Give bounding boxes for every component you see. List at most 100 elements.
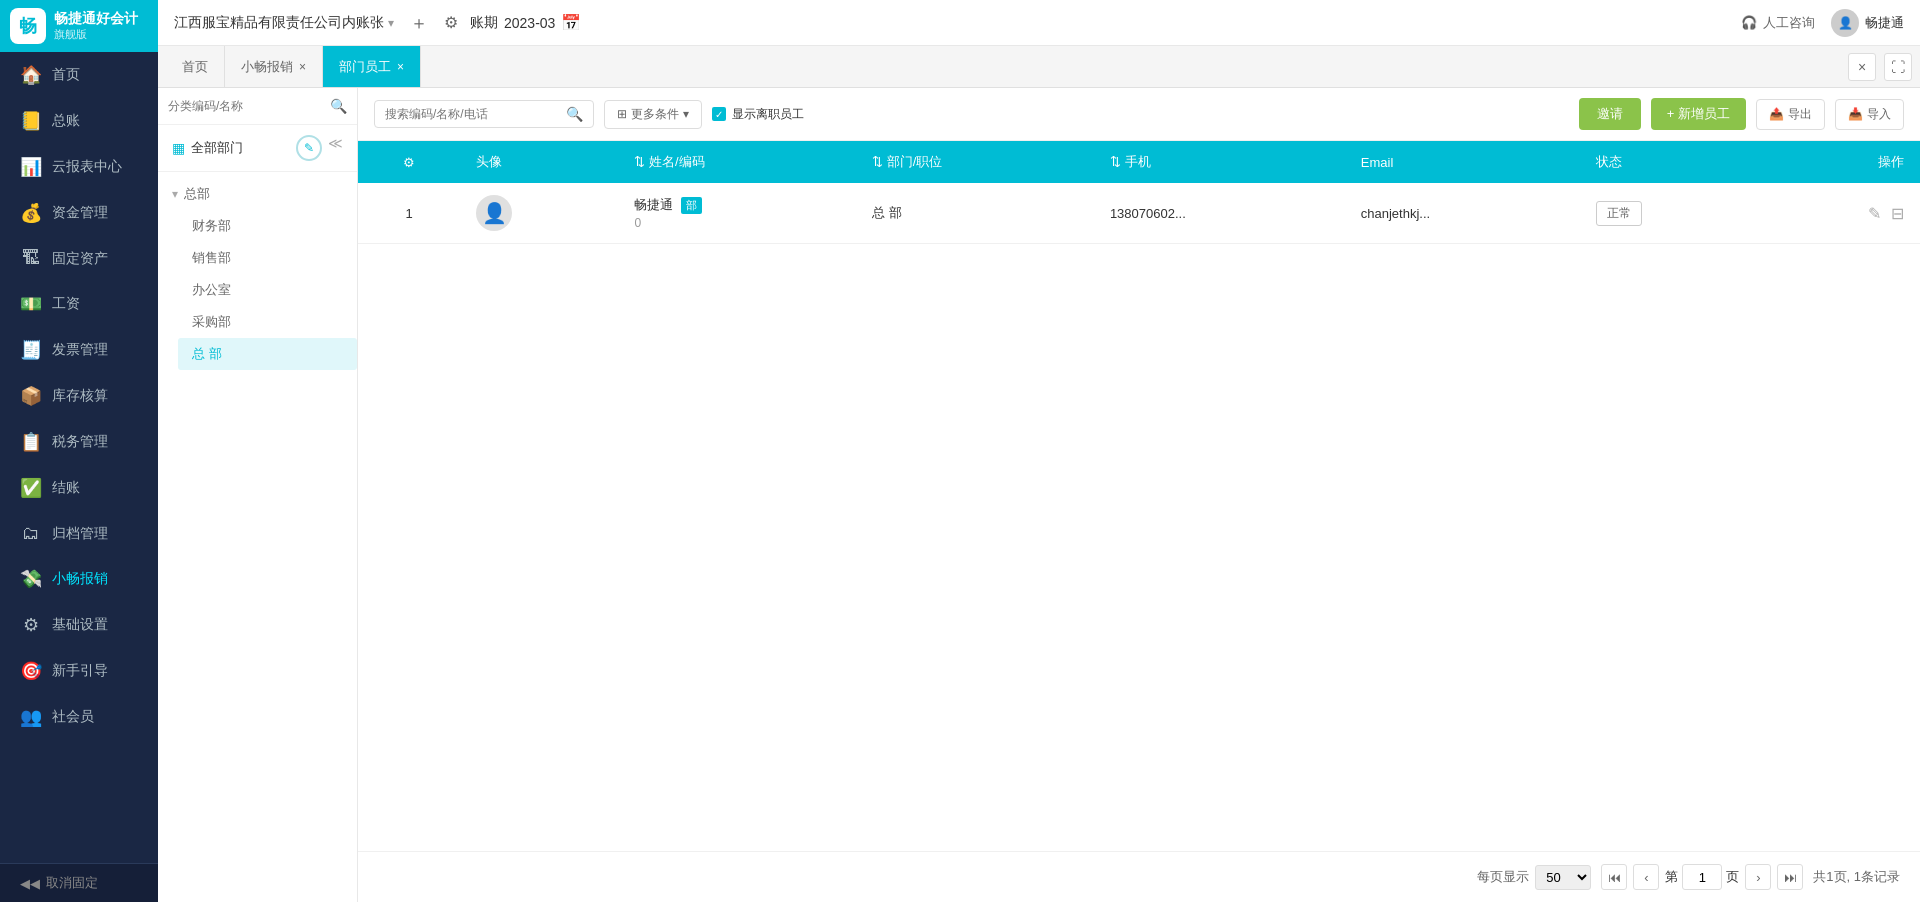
employee-area: 🔍 ⊞ 更多条件 ▾ ✓ 显示离职员工 邀请 + 新增员工 📤 (358, 88, 1920, 902)
row-name-code: 畅捷通 部 0 (618, 183, 856, 244)
col-dept-pos[interactable]: ⇅ 部门/职位 (856, 141, 1094, 183)
sidebar-item-members[interactable]: 👥 社会员 (0, 694, 158, 740)
dept-child-finance[interactable]: 财务部 (178, 210, 357, 242)
show-resigned-toggle[interactable]: ✓ 显示离职员工 (712, 106, 804, 123)
export-label: 导出 (1788, 106, 1812, 123)
home-icon: 🏠 (20, 64, 42, 86)
tab-close-all-button[interactable]: × (1848, 53, 1876, 81)
sidebar-item-guide[interactable]: 🎯 新手引导 (0, 648, 158, 694)
tab-home[interactable]: 首页 (166, 46, 225, 87)
cancel-fix-label: 取消固定 (46, 874, 98, 892)
employee-search-icon[interactable]: 🔍 (566, 106, 583, 122)
col-name-code[interactable]: ⇅ 姓名/编码 (618, 141, 856, 183)
col-phone[interactable]: ⇅ 手机 (1094, 141, 1345, 183)
col-status: 状态 (1580, 141, 1761, 183)
sidebar-item-tax[interactable]: 📋 税务管理 (0, 419, 158, 465)
tab-close-dept-emp[interactable]: × (397, 60, 404, 74)
import-button[interactable]: 📥 导入 (1835, 99, 1904, 130)
tab-dept-emp[interactable]: 部门员工 × (323, 46, 421, 87)
dept-search-input[interactable] (168, 99, 324, 113)
tab-expense[interactable]: 小畅报销 × (225, 46, 323, 87)
tab-fullscreen-button[interactable]: ⛶ (1884, 53, 1912, 81)
sidebar-item-label: 基础设置 (52, 616, 108, 634)
dept-search-icon[interactable]: 🔍 (330, 98, 347, 114)
members-icon: 👥 (20, 706, 42, 728)
row-status: 正常 (1580, 183, 1761, 244)
col-email: Email (1345, 141, 1581, 183)
avatar: 👤 (1831, 9, 1859, 37)
col-settings[interactable]: ⚙ (358, 141, 460, 183)
user-menu[interactable]: 👤 畅捷通 (1831, 9, 1904, 37)
first-page-button[interactable]: ⏮ (1601, 864, 1627, 890)
sidebar-item-label: 税务管理 (52, 433, 108, 451)
add-tab-button[interactable]: ＋ (406, 11, 432, 35)
sidebar-item-reports[interactable]: 📊 云报表中心 (0, 144, 158, 190)
col-avatar: 头像 (460, 141, 618, 183)
sidebar-item-settings[interactable]: ⚙ 基础设置 (0, 602, 158, 648)
export-button[interactable]: 📤 导出 (1756, 99, 1825, 130)
page-size-select[interactable]: 50 10 20 100 (1535, 865, 1591, 890)
dept-child-general[interactable]: 总 部 (178, 338, 357, 370)
expense-icon: 💸 (20, 568, 42, 590)
row-avatar: 👤 (460, 183, 618, 244)
tab-home-label: 首页 (182, 58, 208, 76)
page-unit: 页 (1726, 868, 1739, 886)
settings-icon: ⚙ (20, 614, 42, 636)
sidebar-item-label: 结账 (52, 479, 80, 497)
dept-child-purchase[interactable]: 采购部 (178, 306, 357, 338)
filter-more-button[interactable]: ⊞ 更多条件 ▾ (604, 100, 702, 129)
archive-icon: 🗂 (20, 523, 42, 544)
sidebar-item-inventory[interactable]: 📦 库存核算 (0, 373, 158, 419)
dept-edit-button[interactable]: ✎ (296, 135, 322, 161)
dept-collapse-button[interactable]: ≪ (328, 135, 343, 161)
delete-icon[interactable]: ⊟ (1891, 204, 1904, 223)
employee-name: 畅捷通 (634, 196, 673, 214)
inventory-icon: 📦 (20, 385, 42, 407)
page-input[interactable] (1682, 864, 1722, 890)
sidebar-item-label: 云报表中心 (52, 158, 122, 176)
sidebar-item-assets[interactable]: 🏗 固定资产 (0, 236, 158, 281)
sidebar-item-ledger[interactable]: 📒 总账 (0, 98, 158, 144)
edit-icon[interactable]: ✎ (1868, 204, 1881, 223)
employee-phone: 138070602... (1110, 206, 1186, 221)
sidebar-item-close[interactable]: ✅ 结账 (0, 465, 158, 511)
dept-child-sales[interactable]: 销售部 (178, 242, 357, 274)
sidebar-item-salary[interactable]: 💵 工资 (0, 281, 158, 327)
main-area: 江西服宝精品有限责任公司内账张 ▾ ＋ ⚙ 账期 2023-03 📅 🎧 人工咨… (158, 0, 1920, 902)
next-page-button[interactable]: › (1745, 864, 1771, 890)
dept-child-office[interactable]: 办公室 (178, 274, 357, 306)
invite-button[interactable]: 邀请 (1579, 98, 1641, 130)
add-employee-button[interactable]: + 新增员工 (1651, 98, 1746, 130)
sidebar: 畅 畅捷通好会计 旗舰版 🏠 首页 📒 总账 📊 云报表中心 💰 资金管理 🏗 … (0, 0, 158, 902)
assets-icon: 🏗 (20, 248, 42, 269)
employee-search-input[interactable] (385, 107, 560, 121)
settings-gear-icon[interactable]: ⚙ (444, 13, 458, 32)
sidebar-item-label: 总账 (52, 112, 80, 130)
calendar-icon[interactable]: 📅 (561, 13, 581, 32)
total-records: 共1页, 1条记录 (1813, 868, 1900, 886)
support-button[interactable]: 🎧 人工咨询 (1741, 14, 1815, 32)
sidebar-item-archive[interactable]: 🗂 归档管理 (0, 511, 158, 556)
resigned-checkbox[interactable]: ✓ (712, 107, 726, 121)
cancel-fix-button[interactable]: ◀◀ 取消固定 (0, 863, 158, 902)
last-page-button[interactable]: ⏭ (1777, 864, 1803, 890)
dept-children: 财务部 销售部 办公室 采购部 总 部 (158, 210, 357, 370)
sidebar-item-invoice[interactable]: 🧾 发票管理 (0, 327, 158, 373)
company-selector[interactable]: 江西服宝精品有限责任公司内账张 ▾ (174, 14, 394, 32)
sidebar-item-label: 首页 (52, 66, 80, 84)
tab-close-expense[interactable]: × (299, 60, 306, 74)
guide-icon: 🎯 (20, 660, 42, 682)
company-name: 江西服宝精品有限责任公司内账张 (174, 14, 384, 32)
prev-page-button[interactable]: ‹ (1633, 864, 1659, 890)
row-email: chanjethkj... (1345, 183, 1581, 244)
topbar: 江西服宝精品有限责任公司内账张 ▾ ＋ ⚙ 账期 2023-03 📅 🎧 人工咨… (158, 0, 1920, 46)
sidebar-item-home[interactable]: 🏠 首页 (0, 52, 158, 98)
row-dept-pos: 总 部 (856, 183, 1094, 244)
sidebar-item-funds[interactable]: 💰 资金管理 (0, 190, 158, 236)
dept-node-hq-header[interactable]: ▾ 总部 (158, 178, 357, 210)
sidebar-item-label: 库存核算 (52, 387, 108, 405)
tabs-bar: 首页 小畅报销 × 部门员工 × × ⛶ (158, 46, 1920, 88)
sidebar-item-expense[interactable]: 💸 小畅报销 (0, 556, 158, 602)
app-logo[interactable]: 畅 畅捷通好会计 旗舰版 (0, 0, 158, 52)
table-row: 1 👤 畅捷通 部 0 (358, 183, 1920, 244)
